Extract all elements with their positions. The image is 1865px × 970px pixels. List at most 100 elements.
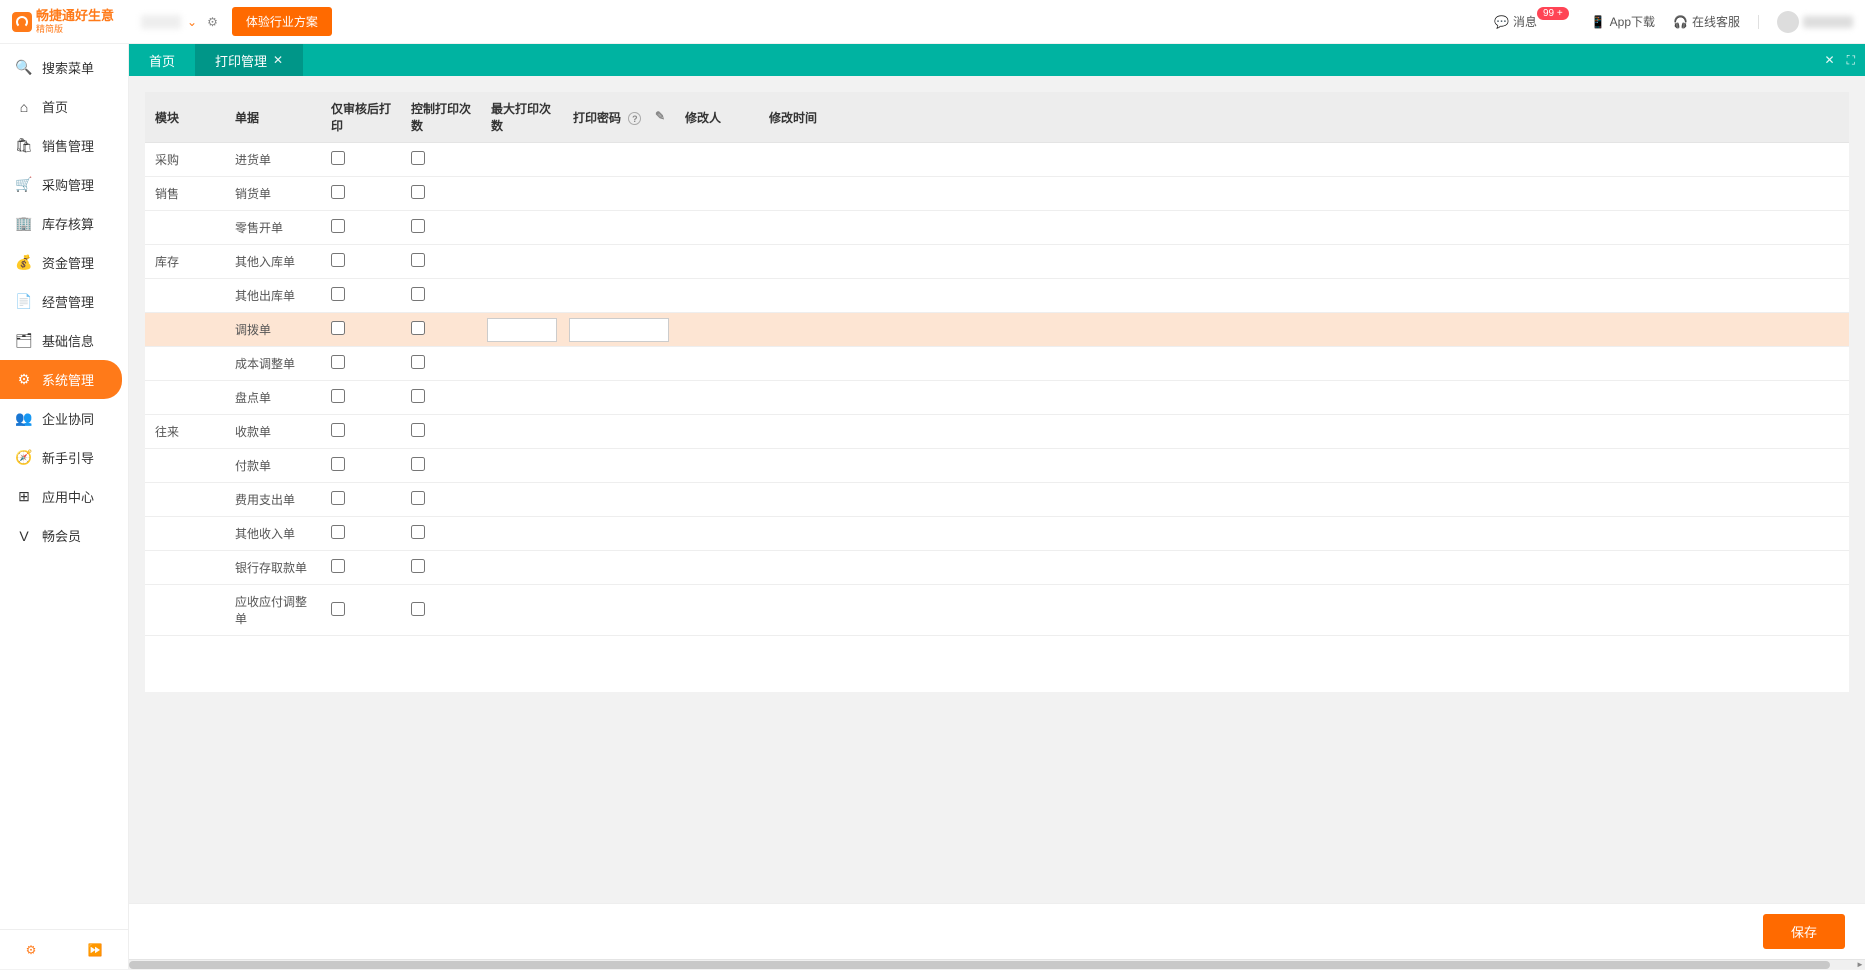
- cell-module: [145, 449, 225, 483]
- sidebar-item-basicinfo[interactable]: 🗂基础信息: [0, 321, 128, 360]
- app-download-link[interactable]: 📱 App下载: [1591, 13, 1655, 30]
- audit-only-checkbox[interactable]: [331, 389, 345, 403]
- cell-module: 库存: [145, 245, 225, 279]
- audit-only-checkbox[interactable]: [331, 219, 345, 233]
- control-count-checkbox[interactable]: [411, 355, 425, 369]
- cell-modifier: [675, 381, 759, 415]
- company-selector[interactable]: ⌄: [141, 15, 197, 29]
- edit-icon[interactable]: ✎: [655, 109, 665, 123]
- table-row: 零售开单: [145, 211, 1849, 245]
- collapse-icon[interactable]: ⏩: [87, 943, 102, 957]
- audit-only-checkbox[interactable]: [331, 423, 345, 437]
- tab-首页[interactable]: 首页: [129, 44, 195, 76]
- sidebar-item-home[interactable]: ⌂首页: [0, 87, 128, 126]
- control-count-checkbox[interactable]: [411, 525, 425, 539]
- control-count-checkbox[interactable]: [411, 423, 425, 437]
- control-count-checkbox[interactable]: [411, 219, 425, 233]
- audit-only-checkbox[interactable]: [331, 525, 345, 539]
- cell-modify-time: [759, 483, 1849, 517]
- control-count-checkbox[interactable]: [411, 389, 425, 403]
- logo[interactable]: 畅捷通好生意 精简版: [12, 9, 129, 35]
- cell-modify-time: [759, 279, 1849, 313]
- sidebar-item-collab[interactable]: 👥企业协同: [0, 399, 128, 438]
- control-count-checkbox[interactable]: [411, 457, 425, 471]
- fullscreen-icon[interactable]: ⛶: [1847, 53, 1855, 68]
- cell-audit-only: [321, 143, 401, 177]
- cell-modifier: [675, 279, 759, 313]
- audit-only-checkbox[interactable]: [331, 602, 345, 616]
- control-count-checkbox[interactable]: [411, 253, 425, 267]
- close-icon[interactable]: ✕: [273, 53, 283, 67]
- cell-password: [563, 347, 675, 381]
- audit-only-checkbox[interactable]: [331, 355, 345, 369]
- sidebar-item-purchase[interactable]: 🛒采购管理: [0, 165, 128, 204]
- sidebar-item-sales[interactable]: 🛍销售管理: [0, 126, 128, 165]
- audit-only-checkbox[interactable]: [331, 457, 345, 471]
- control-count-checkbox[interactable]: [411, 151, 425, 165]
- cell-control-count: [401, 347, 481, 381]
- control-count-checkbox[interactable]: [411, 185, 425, 199]
- sidebar-item-label: 销售管理: [42, 136, 94, 155]
- settings-icon[interactable]: ⚙: [26, 943, 37, 957]
- cell-doc: 应收应付调整单: [225, 585, 321, 636]
- audit-only-checkbox[interactable]: [331, 559, 345, 573]
- cell-max-count: [481, 143, 563, 177]
- sidebar-icon: 🧭: [16, 450, 32, 466]
- cell-modify-time: [759, 415, 1849, 449]
- table-row: 费用支出单: [145, 483, 1849, 517]
- audit-only-checkbox[interactable]: [331, 491, 345, 505]
- help-icon[interactable]: ?: [628, 112, 641, 125]
- tab-close-all-icon[interactable]: ✕: [1825, 53, 1835, 67]
- sidebar-item-search[interactable]: 🔍搜索菜单: [0, 48, 128, 87]
- control-count-checkbox[interactable]: [411, 559, 425, 573]
- sidebar-item-operation[interactable]: 📄经营管理: [0, 282, 128, 321]
- cell-max-count: [481, 347, 563, 381]
- sidebar-item-system[interactable]: ⚙系统管理: [0, 360, 122, 399]
- user-menu[interactable]: [1777, 11, 1853, 33]
- sidebar-item-member[interactable]: V畅会员: [0, 516, 128, 555]
- control-count-checkbox[interactable]: [411, 287, 425, 301]
- online-service-label: 在线客服: [1692, 13, 1740, 30]
- sidebar-item-funds[interactable]: 💰资金管理: [0, 243, 128, 282]
- sidebar-item-apps[interactable]: ⊞应用中心: [0, 477, 128, 516]
- cell-modify-time: [759, 551, 1849, 585]
- cell-max-count: [481, 177, 563, 211]
- audit-only-checkbox[interactable]: [331, 185, 345, 199]
- control-count-checkbox[interactable]: [411, 321, 425, 335]
- cell-modifier: [675, 347, 759, 381]
- cell-control-count: [401, 211, 481, 245]
- sidebar-item-guide[interactable]: 🧭新手引导: [0, 438, 128, 477]
- cell-doc: 付款单: [225, 449, 321, 483]
- horizontal-scrollbar[interactable]: ◄ ►: [129, 959, 1865, 969]
- cell-control-count: [401, 279, 481, 313]
- max-print-input[interactable]: [487, 318, 557, 342]
- print-password-input[interactable]: [569, 318, 669, 342]
- control-count-checkbox[interactable]: [411, 491, 425, 505]
- col-modify-time: 修改时间: [759, 92, 1849, 143]
- audit-only-checkbox[interactable]: [331, 287, 345, 301]
- cell-doc: 盘点单: [225, 381, 321, 415]
- tab-打印管理[interactable]: 打印管理✕: [195, 44, 303, 76]
- audit-only-checkbox[interactable]: [331, 151, 345, 165]
- cell-password: [563, 211, 675, 245]
- sidebar-item-label: 经营管理: [42, 292, 94, 311]
- gear-icon[interactable]: ⚙: [207, 15, 218, 29]
- audit-only-checkbox[interactable]: [331, 321, 345, 335]
- logo-title: 畅捷通好生意: [36, 9, 114, 22]
- audit-only-checkbox[interactable]: [331, 253, 345, 267]
- control-count-checkbox[interactable]: [411, 602, 425, 616]
- sidebar-item-inventory[interactable]: 🏢库存核算: [0, 204, 128, 243]
- cell-control-count: [401, 483, 481, 517]
- save-button[interactable]: 保存: [1763, 914, 1845, 949]
- scroll-thumb[interactable]: [129, 961, 1830, 969]
- messages-link[interactable]: 💬 消息 99 +: [1494, 13, 1573, 30]
- cell-control-count: [401, 585, 481, 636]
- cell-max-count: [481, 211, 563, 245]
- chevron-down-icon: ⌄: [187, 15, 197, 29]
- cell-module: [145, 313, 225, 347]
- industry-plan-button[interactable]: 体验行业方案: [232, 7, 332, 36]
- sidebar-item-label: 首页: [42, 97, 68, 116]
- sidebar-item-label: 资金管理: [42, 253, 94, 272]
- online-service-link[interactable]: 🎧 在线客服: [1673, 13, 1740, 30]
- cell-audit-only: [321, 279, 401, 313]
